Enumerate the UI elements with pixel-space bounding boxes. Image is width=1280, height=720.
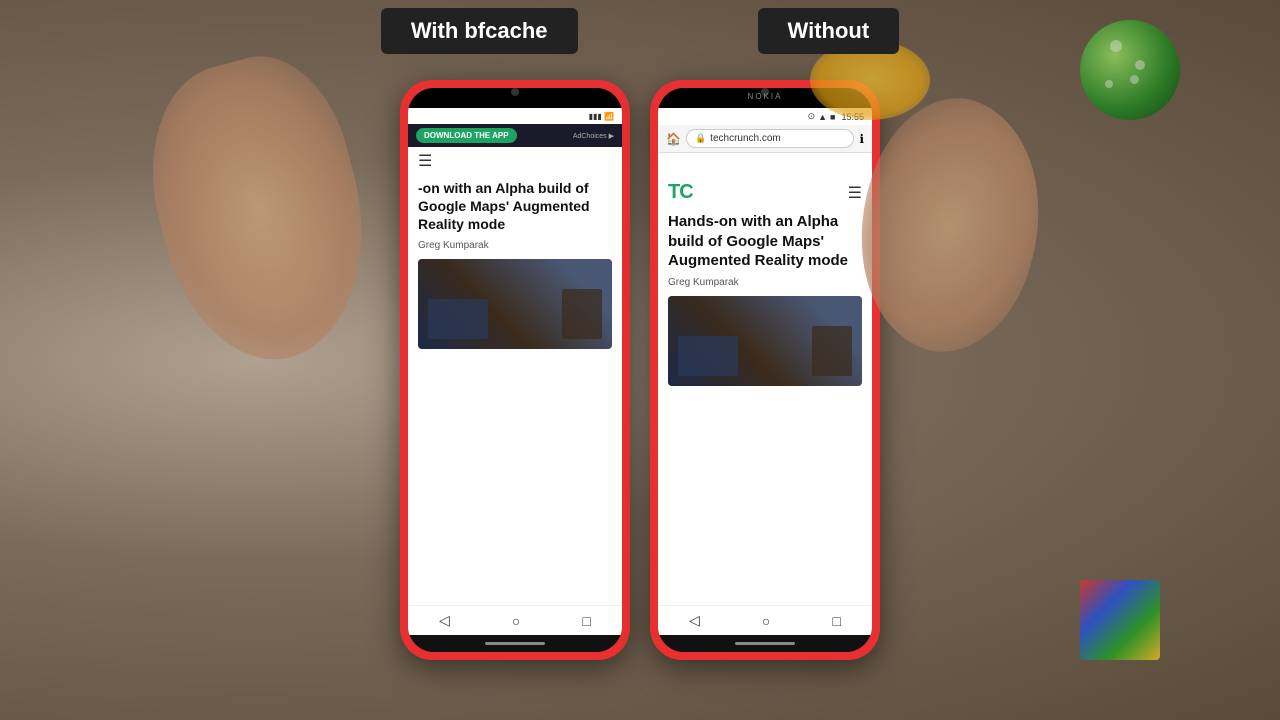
right-phone-screen: ⊙ ▲ ■ 15:55 🏠 🔒 techcrunch.com ℹ bbox=[658, 108, 872, 635]
left-recent-btn[interactable]: □ bbox=[582, 613, 590, 629]
right-article-image bbox=[668, 296, 862, 386]
right-back-btn[interactable]: ◁ bbox=[689, 612, 700, 629]
left-phone-screen: ▮▮▮ 📶 DOWNLOAD THE APP AdChoices ▶ ☰ -on… bbox=[408, 108, 622, 635]
ad-banner: DOWNLOAD THE APP AdChoices ▶ bbox=[408, 124, 622, 147]
right-nav-bar: ◁ ○ □ bbox=[658, 605, 872, 635]
left-home-indicator bbox=[485, 642, 545, 645]
left-phone-inner: ▮▮▮ 📶 DOWNLOAD THE APP AdChoices ▶ ☰ -on… bbox=[408, 88, 622, 652]
right-tc-header: TC ☰ bbox=[668, 181, 862, 204]
left-article-author: Greg Kumparak bbox=[418, 240, 612, 251]
info-icon: ℹ bbox=[859, 132, 864, 146]
ad-download-btn: DOWNLOAD THE APP bbox=[416, 128, 517, 143]
left-home-btn[interactable]: ○ bbox=[512, 613, 520, 629]
right-hamburger: ☰ bbox=[848, 183, 862, 203]
ad-choices: AdChoices ▶ bbox=[573, 132, 614, 140]
left-screen-top bbox=[408, 88, 622, 108]
left-tc-header: ☰ bbox=[418, 151, 612, 171]
left-camera bbox=[511, 88, 519, 96]
left-article-title: -on with an Alpha build of Google Maps' … bbox=[418, 179, 612, 234]
tc-logo: TC bbox=[668, 181, 693, 204]
wifi-icon: ⊙ bbox=[808, 111, 816, 122]
left-phone: ▮▮▮ 📶 DOWNLOAD THE APP AdChoices ▶ ☰ -on… bbox=[400, 80, 630, 660]
left-tc-content: ☰ -on with an Alpha build of Google Maps… bbox=[408, 147, 622, 605]
right-article-title: Hands-on with an Alpha build of Google M… bbox=[668, 212, 862, 271]
left-status-icons: ▮▮▮ 📶 bbox=[589, 112, 614, 121]
right-article-author: Greg Kumparak bbox=[668, 277, 862, 288]
lock-icon: 🔒 bbox=[695, 133, 706, 144]
with-bfcache-label: With bfcache bbox=[381, 8, 578, 54]
right-phone-inner: NOKIA ⊙ ▲ ■ 15:55 🏠 🔒 bbox=[658, 88, 872, 652]
right-home-btn[interactable]: ○ bbox=[762, 613, 770, 629]
without-label: Without bbox=[758, 8, 900, 54]
left-back-btn[interactable]: ◁ bbox=[439, 612, 450, 629]
rubik-cube bbox=[1080, 580, 1160, 660]
phones-container: ▮▮▮ 📶 DOWNLOAD THE APP AdChoices ▶ ☰ -on… bbox=[400, 80, 880, 660]
right-phone: NOKIA ⊙ ▲ ■ 15:55 🏠 🔒 bbox=[650, 80, 880, 660]
right-recent-btn[interactable]: □ bbox=[832, 613, 840, 629]
right-spacer bbox=[658, 153, 872, 173]
label-container: With bfcache Without bbox=[0, 0, 1280, 54]
left-hamburger: ☰ bbox=[418, 151, 432, 171]
url-box[interactable]: 🔒 techcrunch.com bbox=[686, 129, 854, 148]
left-article-image bbox=[418, 259, 612, 349]
left-bottom-bar bbox=[408, 635, 622, 652]
home-icon: 🏠 bbox=[666, 132, 681, 146]
right-address-bar: 🏠 🔒 techcrunch.com ℹ bbox=[658, 125, 872, 153]
left-nav-bar: ◁ ○ □ bbox=[408, 605, 622, 635]
url-text: techcrunch.com bbox=[710, 133, 781, 144]
battery-icon: ■ bbox=[830, 112, 835, 122]
right-home-indicator bbox=[735, 642, 795, 645]
signal-icon: ▲ bbox=[818, 112, 827, 122]
nokia-brand: NOKIA bbox=[748, 92, 783, 101]
right-bottom-bar bbox=[658, 635, 872, 652]
right-tc-content: TC ☰ Hands-on with an Alpha build of Goo… bbox=[658, 173, 872, 605]
left-status-bar: ▮▮▮ 📶 bbox=[408, 108, 622, 124]
